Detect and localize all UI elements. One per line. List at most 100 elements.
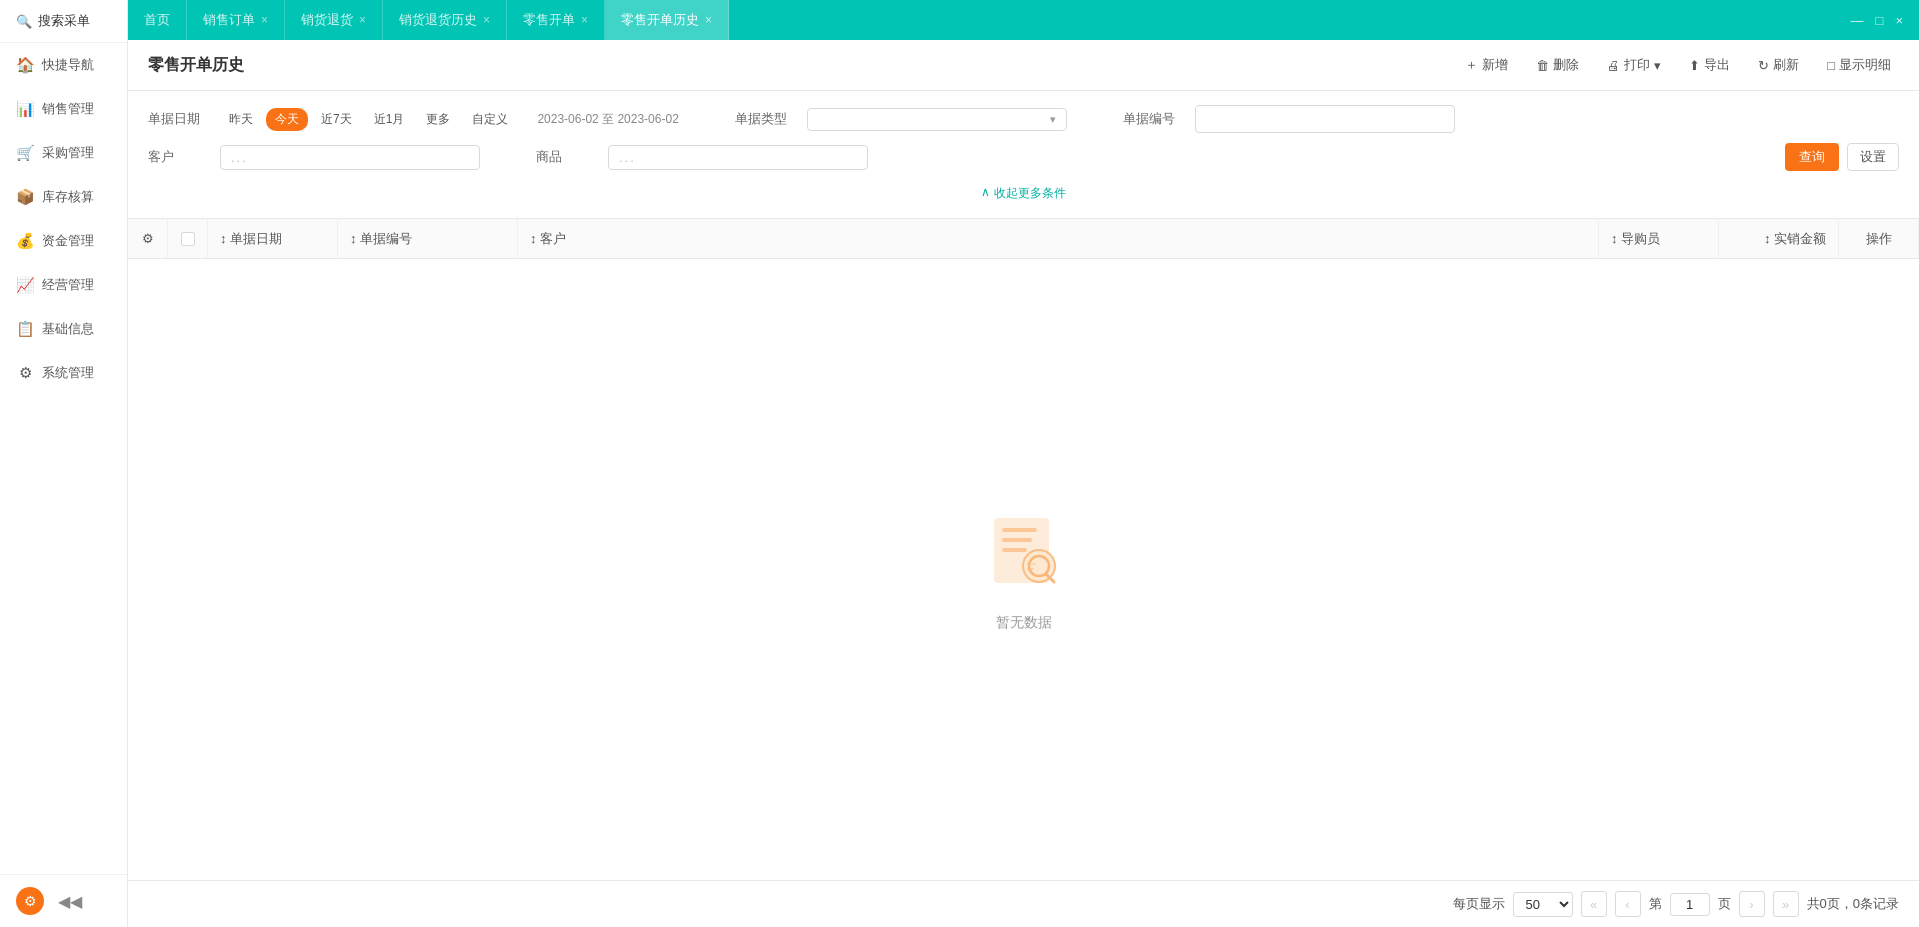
page-input[interactable] — [1670, 893, 1710, 916]
print-button[interactable]: 🖨 打印 ▾ — [1599, 52, 1669, 78]
main-content: 首页 销售订单 × 销货退货 × 销货退货历史 × 零售开单 × 零售开单历史 … — [128, 0, 1919, 927]
col-guide[interactable]: ↕ 导购员 — [1599, 219, 1719, 258]
date-btn-today[interactable]: 今天 — [266, 108, 308, 131]
date-btn-custom[interactable]: 自定义 — [463, 108, 517, 131]
empty-illustration — [974, 508, 1074, 598]
toolbar: ＋ 新增 🗑 删除 🖨 打印 ▾ ⬆ 导出 ↻ 刷新 □ 显示明 — [1457, 52, 1899, 78]
window-maximize-button[interactable]: □ — [1876, 13, 1884, 28]
col-customer-label: ↕ 客户 — [530, 230, 566, 248]
display-label: 显示明细 — [1839, 56, 1891, 74]
tab-retail-open[interactable]: 零售开单 × — [507, 0, 605, 40]
export-button[interactable]: ⬆ 导出 — [1681, 52, 1738, 78]
settings-button[interactable]: ⚙ — [16, 887, 44, 915]
collapse-sidebar-button[interactable]: ◀◀ — [56, 887, 84, 915]
sidebar-item-label: 系统管理 — [42, 364, 94, 382]
bill-type-select[interactable]: ▾ — [807, 108, 1067, 131]
date-btn-more[interactable]: 更多 — [417, 108, 459, 131]
col-amount[interactable]: ↕ 实销金额 — [1719, 219, 1839, 258]
print-chevron-icon: ▾ — [1654, 58, 1661, 73]
tab-bar: 首页 销售订单 × 销货退货 × 销货退货历史 × 零售开单 × 零售开单历史 … — [128, 0, 1919, 40]
date-btn-7days[interactable]: 近7天 — [312, 108, 361, 131]
pagination: 每页显示 50 10 20 100 « ‹ 第 页 › » 共0页，0条记录 — [128, 880, 1919, 927]
sidebar-item-operations[interactable]: 📈经营管理 — [0, 263, 127, 307]
collapse-label: 收起更多条件 — [994, 185, 1066, 202]
page-header: 零售开单历史 ＋ 新增 🗑 删除 🖨 打印 ▾ ⬆ 导出 ↻ 刷新 — [128, 40, 1919, 91]
search-label: 搜索采单 — [38, 12, 90, 30]
tab-retail-history[interactable]: 零售开单历史 × — [605, 0, 729, 40]
sales-mgmt-icon: 📊 — [16, 100, 34, 118]
tab-retail-history-close[interactable]: × — [705, 13, 712, 27]
date-filter-label: 单据日期 — [148, 110, 204, 128]
date-btn-1month[interactable]: 近1月 — [365, 108, 414, 131]
tab-sales-return-close[interactable]: × — [359, 13, 366, 27]
prev-page-button[interactable]: ‹ — [1615, 891, 1641, 917]
per-page-label: 每页显示 — [1453, 895, 1505, 913]
query-button[interactable]: 查询 — [1785, 143, 1839, 171]
page-label: 第 — [1649, 895, 1662, 913]
settings-filter-button[interactable]: 设置 — [1847, 143, 1899, 171]
select-all-checkbox[interactable] — [181, 232, 195, 246]
bill-type-label: 单据类型 — [735, 110, 791, 128]
search-icon: 🔍 — [16, 14, 32, 29]
tab-sales-return[interactable]: 销货退货 × — [285, 0, 383, 40]
tab-retail-history-label: 零售开单历史 — [621, 11, 699, 29]
empty-text: 暂无数据 — [996, 614, 1052, 632]
settings-filter-label: 设置 — [1860, 148, 1886, 166]
tab-sales-return-history[interactable]: 销货退货历史 × — [383, 0, 507, 40]
operations-icon: 📈 — [16, 276, 34, 294]
refresh-label: 刷新 — [1773, 56, 1799, 74]
empty-state: 暂无数据 — [128, 259, 1919, 880]
sidebar-item-label: 资金管理 — [42, 232, 94, 250]
per-page-select[interactable]: 50 10 20 100 — [1513, 892, 1573, 917]
tab-sales-return-history-label: 销货退货历史 — [399, 11, 477, 29]
bill-no-input[interactable] — [1195, 105, 1455, 133]
col-billno[interactable]: ↕ 单据编号 — [338, 219, 518, 258]
search-button[interactable]: 🔍 搜索采单 — [0, 0, 127, 43]
sidebar-item-base-info[interactable]: 📋基础信息 — [0, 307, 127, 351]
tab-home[interactable]: 首页 — [128, 0, 187, 40]
col-amount-label: ↕ 实销金额 — [1764, 230, 1826, 248]
tab-sales-order[interactable]: 销售订单 × — [187, 0, 285, 40]
collapse-filter-button[interactable]: ∧ 收起更多条件 — [148, 181, 1899, 210]
customer-input[interactable]: ... — [220, 145, 480, 170]
date-btn-yesterday[interactable]: 昨天 — [220, 108, 262, 131]
table-settings-button[interactable]: ⚙ — [128, 219, 168, 258]
col-customer[interactable]: ↕ 客户 — [518, 219, 1599, 258]
col-guide-label: ↕ 导购员 — [1611, 230, 1660, 248]
sidebar-item-purchase-mgmt[interactable]: 🛒采购管理 — [0, 131, 127, 175]
tab-retail-open-label: 零售开单 — [523, 11, 575, 29]
add-button[interactable]: ＋ 新增 — [1457, 52, 1516, 78]
goods-input[interactable]: ... — [608, 145, 868, 170]
table-header: ⚙ ↕ 单据日期 ↕ 单据编号 ↕ 客户 ↕ 导购员 ↕ 实销金额 操作 — [128, 219, 1919, 259]
date-buttons: 昨天 今天 近7天 近1月 更多 自定义 — [220, 108, 517, 131]
customer-dots: ... — [231, 150, 248, 165]
page-suffix: 页 — [1718, 895, 1731, 913]
table-checkbox-all[interactable] — [168, 219, 208, 258]
sidebar-nav: 🏠快捷导航📊销售管理🛒采购管理📦库存核算 💰 资金管理 📈经营管理📋基础信息⚙系统管理 — [0, 43, 127, 874]
finance-icon: 💰 — [16, 232, 34, 250]
col-date-label: ↕ 单据日期 — [220, 230, 282, 248]
sidebar-item-finance[interactable]: 💰 资金管理 — [0, 219, 127, 263]
sidebar-item-sales-mgmt[interactable]: 📊销售管理 — [0, 87, 127, 131]
tab-sales-return-history-close[interactable]: × — [483, 13, 490, 27]
date-range-display: 2023-06-02 至 2023-06-02 — [537, 111, 678, 128]
col-action-label: 操作 — [1866, 230, 1892, 248]
window-restore-button[interactable]: — — [1851, 13, 1864, 28]
export-label: 导出 — [1704, 56, 1730, 74]
sidebar-item-inventory[interactable]: 📦库存核算 — [0, 175, 127, 219]
col-billno-label: ↕ 单据编号 — [350, 230, 412, 248]
delete-button[interactable]: 🗑 删除 — [1528, 52, 1587, 78]
display-detail-button[interactable]: □ 显示明细 — [1819, 52, 1899, 78]
sidebar-item-quick-nav[interactable]: 🏠快捷导航 — [0, 43, 127, 87]
refresh-button[interactable]: ↻ 刷新 — [1750, 52, 1807, 78]
window-close-button[interactable]: × — [1895, 13, 1903, 28]
sidebar-item-system[interactable]: ⚙系统管理 — [0, 351, 127, 395]
col-date[interactable]: ↕ 单据日期 — [208, 219, 338, 258]
first-page-button[interactable]: « — [1581, 891, 1607, 917]
filter-area: 单据日期 昨天 今天 近7天 近1月 更多 自定义 2023-06-02 至 2… — [128, 91, 1919, 219]
tab-bar-right: — □ × — [1835, 13, 1919, 28]
next-page-button[interactable]: › — [1739, 891, 1765, 917]
last-page-button[interactable]: » — [1773, 891, 1799, 917]
tab-retail-open-close[interactable]: × — [581, 13, 588, 27]
tab-sales-order-close[interactable]: × — [261, 13, 268, 27]
